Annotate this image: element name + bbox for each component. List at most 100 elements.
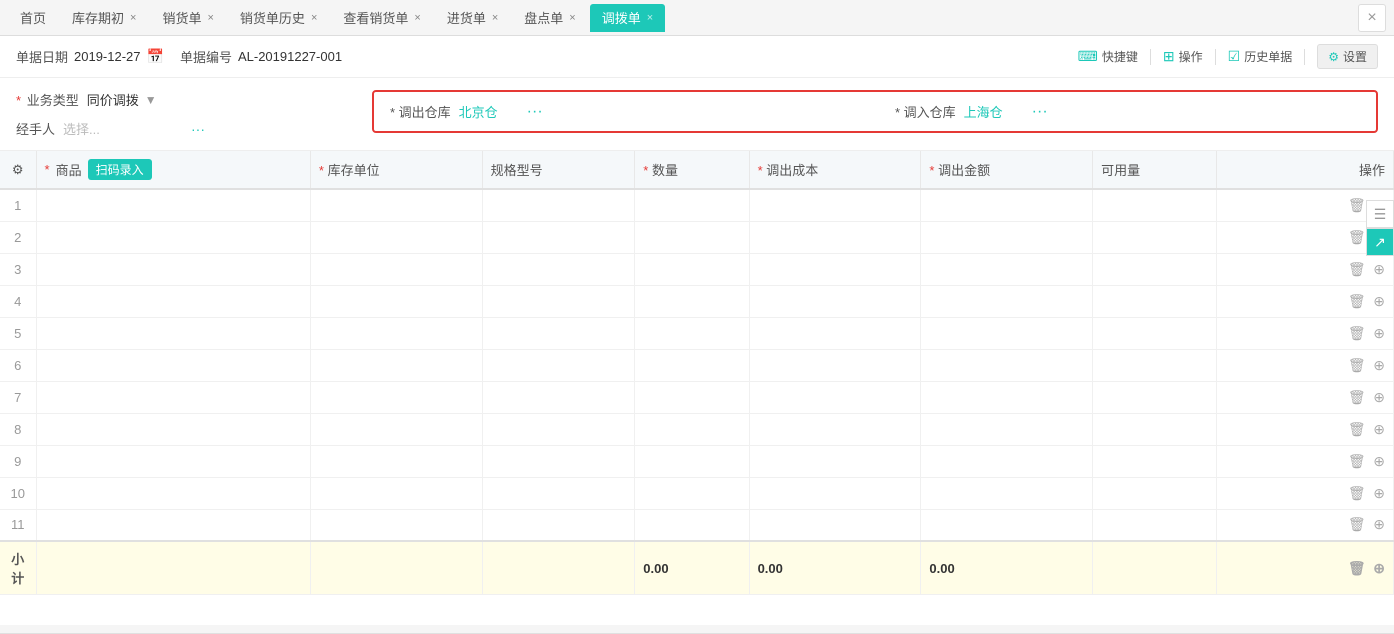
cell-quantity[interactable] xyxy=(635,413,749,445)
cell-quantity[interactable] xyxy=(635,381,749,413)
cell-spec[interactable] xyxy=(482,317,635,349)
cell-transfer-amount[interactable] xyxy=(921,349,1093,381)
main-close-button[interactable]: × xyxy=(1358,4,1386,32)
cell-available[interactable] xyxy=(1093,221,1217,253)
delete-row-icon[interactable]: 🗑 xyxy=(1348,485,1366,501)
cell-product[interactable] xyxy=(36,477,310,509)
copy-row-icon[interactable]: ⊕ xyxy=(1373,421,1385,437)
cell-transfer-amount[interactable] xyxy=(921,445,1093,477)
delete-row-icon[interactable]: 🗑 xyxy=(1348,293,1366,309)
cell-transfer-amount[interactable] xyxy=(921,413,1093,445)
cell-quantity[interactable] xyxy=(635,253,749,285)
cell-product[interactable] xyxy=(36,317,310,349)
cell-available[interactable] xyxy=(1093,477,1217,509)
operations-btn[interactable]: ⊞ 操作 xyxy=(1163,48,1203,65)
cell-available[interactable] xyxy=(1093,285,1217,317)
cell-transfer-cost[interactable] xyxy=(749,285,921,317)
tab-inventory-check-close[interactable]: × xyxy=(569,12,575,24)
cell-available[interactable] xyxy=(1093,349,1217,381)
scan-btn[interactable]: 扫码录入 xyxy=(88,159,152,180)
tab-sales-order-close[interactable]: × xyxy=(207,12,213,24)
shortcuts-btn[interactable]: ⌨ 快捷键 xyxy=(1078,48,1138,65)
cell-unit[interactable] xyxy=(310,285,482,317)
cell-available[interactable] xyxy=(1093,253,1217,285)
cell-spec[interactable] xyxy=(482,413,635,445)
cell-spec[interactable] xyxy=(482,349,635,381)
cell-product[interactable] xyxy=(36,285,310,317)
cell-product[interactable] xyxy=(36,381,310,413)
cell-unit[interactable] xyxy=(310,221,482,253)
tab-inventory-check[interactable]: 盘点单 × xyxy=(512,4,587,32)
sidebar-list-btn[interactable]: ☰ xyxy=(1366,200,1394,228)
copy-row-icon[interactable]: ⊕ xyxy=(1373,325,1385,341)
copy-row-icon[interactable]: ⊕ xyxy=(1373,516,1385,532)
tab-transfer[interactable]: 调拨单 × xyxy=(590,4,665,32)
cell-available[interactable] xyxy=(1093,317,1217,349)
delete-row-icon[interactable]: 🗑 xyxy=(1348,421,1366,437)
cell-quantity[interactable] xyxy=(635,445,749,477)
copy-row-icon[interactable]: ⊕ xyxy=(1373,485,1385,501)
cell-product[interactable] xyxy=(36,189,310,221)
cell-product[interactable] xyxy=(36,253,310,285)
transfer-in-more-btn[interactable]: ··· xyxy=(1032,103,1048,121)
cell-transfer-amount[interactable] xyxy=(921,477,1093,509)
tab-purchase-order[interactable]: 进货单 × xyxy=(435,4,510,32)
copy-row-icon[interactable]: ⊕ xyxy=(1373,453,1385,469)
cell-transfer-amount[interactable] xyxy=(921,253,1093,285)
cell-transfer-cost[interactable] xyxy=(749,221,921,253)
copy-row-icon[interactable]: ⊕ xyxy=(1373,293,1385,309)
cell-transfer-amount[interactable] xyxy=(921,285,1093,317)
cell-transfer-cost[interactable] xyxy=(749,509,921,541)
delete-row-icon[interactable]: 🗑 xyxy=(1348,197,1366,213)
cell-unit[interactable] xyxy=(310,413,482,445)
cell-spec[interactable] xyxy=(482,445,635,477)
cell-available[interactable] xyxy=(1093,189,1217,221)
cell-spec[interactable] xyxy=(482,509,635,541)
delete-row-icon[interactable]: 🗑 xyxy=(1348,453,1366,469)
sidebar-export-btn[interactable]: ↗ xyxy=(1366,228,1394,256)
cell-transfer-cost[interactable] xyxy=(749,253,921,285)
cell-available[interactable] xyxy=(1093,381,1217,413)
tab-sales-order[interactable]: 销货单 × xyxy=(150,4,225,32)
cell-spec[interactable] xyxy=(482,381,635,413)
cell-unit[interactable] xyxy=(310,509,482,541)
delete-row-icon[interactable]: 🗑 xyxy=(1348,325,1366,341)
cell-available[interactable] xyxy=(1093,413,1217,445)
copy-row-icon[interactable]: ⊕ xyxy=(1373,357,1385,373)
tab-inventory-init[interactable]: 库存期初 × xyxy=(60,4,148,32)
settings-btn[interactable]: ⚙ 设置 xyxy=(1317,44,1378,69)
subtotal-copy-icon[interactable]: ⊕ xyxy=(1373,560,1385,576)
tab-inventory-init-close[interactable]: × xyxy=(130,12,136,24)
cell-transfer-cost[interactable] xyxy=(749,381,921,413)
delete-row-icon[interactable]: 🗑 xyxy=(1348,229,1366,245)
tab-sales-history[interactable]: 销货单历史 × xyxy=(228,4,329,32)
subtotal-delete-icon[interactable]: 🗑 xyxy=(1348,560,1366,576)
cell-quantity[interactable] xyxy=(635,221,749,253)
handler-more-btn[interactable]: ··· xyxy=(191,121,205,137)
cell-quantity[interactable] xyxy=(635,189,749,221)
cell-unit[interactable] xyxy=(310,477,482,509)
delete-row-icon[interactable]: 🗑 xyxy=(1348,516,1366,532)
cell-unit[interactable] xyxy=(310,445,482,477)
tab-view-sales-close[interactable]: × xyxy=(414,12,420,24)
cell-quantity[interactable] xyxy=(635,509,749,541)
cell-spec[interactable] xyxy=(482,285,635,317)
cell-quantity[interactable] xyxy=(635,285,749,317)
cell-quantity[interactable] xyxy=(635,317,749,349)
cell-available[interactable] xyxy=(1093,509,1217,541)
cell-quantity[interactable] xyxy=(635,477,749,509)
th-settings[interactable]: ⚙ xyxy=(0,151,36,189)
cell-unit[interactable] xyxy=(310,349,482,381)
tab-sales-history-close[interactable]: × xyxy=(311,12,317,24)
delete-row-icon[interactable]: 🗑 xyxy=(1348,389,1366,405)
tab-home[interactable]: 首页 xyxy=(8,4,58,32)
cell-transfer-amount[interactable] xyxy=(921,221,1093,253)
cell-transfer-cost[interactable] xyxy=(749,317,921,349)
copy-row-icon[interactable]: ⊕ xyxy=(1373,261,1385,277)
handler-select[interactable]: 选择... xyxy=(63,119,183,138)
cell-transfer-amount[interactable] xyxy=(921,381,1093,413)
cell-product[interactable] xyxy=(36,445,310,477)
cell-transfer-amount[interactable] xyxy=(921,189,1093,221)
cell-product[interactable] xyxy=(36,349,310,381)
cell-quantity[interactable] xyxy=(635,349,749,381)
